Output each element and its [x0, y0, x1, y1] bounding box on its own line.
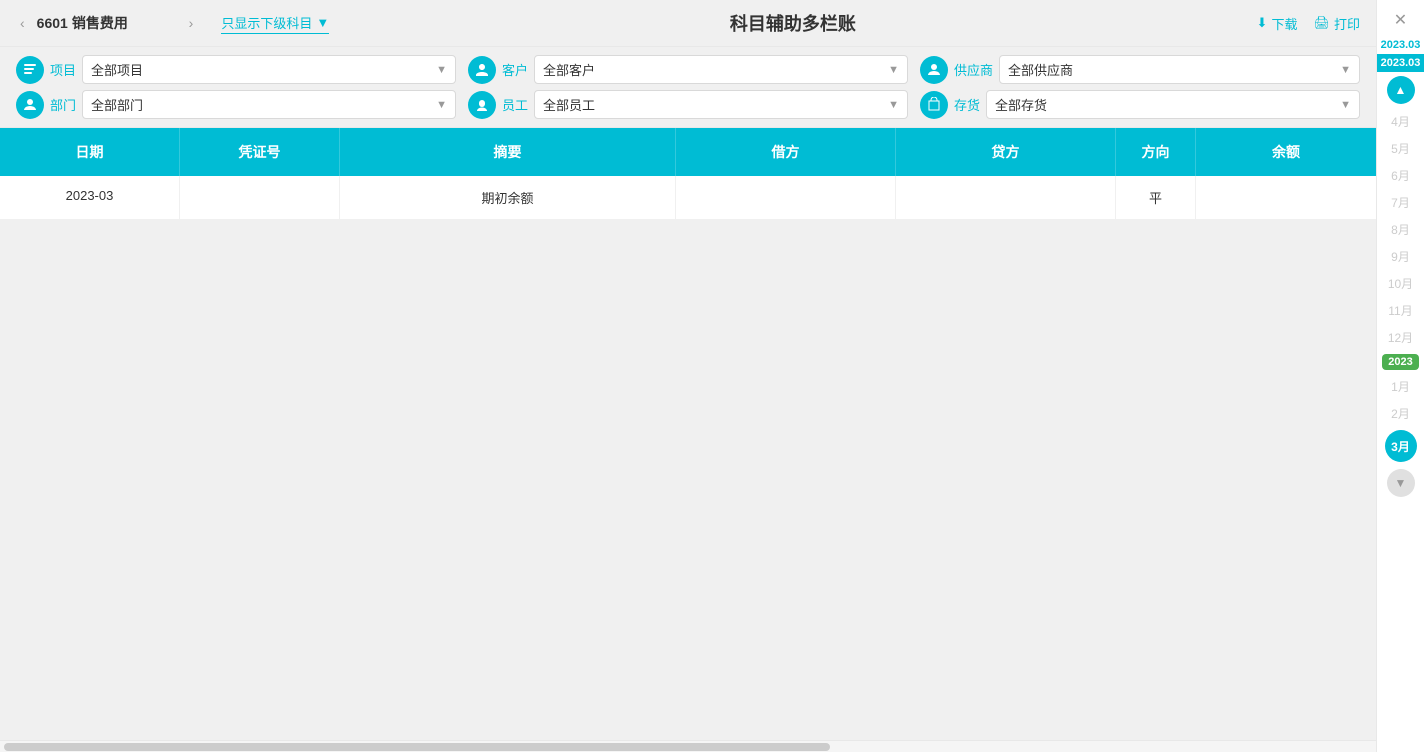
inventory-select[interactable]: 全部存货 ▼ — [986, 90, 1360, 119]
filter-supplier: 供应商 全部供应商 ▼ — [920, 55, 1360, 84]
filter-inventory: 存货 全部存货 ▼ — [920, 90, 1360, 119]
sidebar-month-10[interactable]: 10月 — [1377, 270, 1424, 297]
supplier-arrow-icon: ▼ — [1340, 64, 1351, 76]
employee-label: 员工 — [502, 95, 528, 114]
sidebar-month-7[interactable]: 7月 — [1377, 189, 1424, 216]
col-direction: 方向 — [1116, 128, 1196, 176]
sidebar-month-1[interactable]: 1月 — [1377, 373, 1424, 400]
customer-icon — [468, 56, 496, 84]
filter-row-2: 部门 全部部门 ▼ 员工 全部员工 ▼ — [16, 90, 1360, 119]
sidebar-month-6[interactable]: 6月 — [1377, 162, 1424, 189]
inventory-icon — [920, 91, 948, 119]
chevron-down-icon: ▼ — [316, 15, 329, 30]
show-sub-label: 只显示下级科目 — [221, 13, 312, 32]
show-sub-button[interactable]: 只显示下级科目 ▼ — [221, 13, 329, 34]
sidebar-up-button[interactable]: ▲ — [1387, 76, 1415, 104]
filter-customer: 客户 全部客户 ▼ — [468, 55, 908, 84]
table-header: 日期 凭证号 摘要 借方 贷方 方向 余额 — [0, 128, 1376, 176]
cell-date: 2023-03 — [0, 176, 180, 219]
sidebar-month-11[interactable]: 11月 — [1377, 297, 1424, 324]
inventory-value: 全部存货 — [995, 95, 1047, 114]
cell-balance — [1196, 176, 1376, 219]
print-icon: 🖨 — [1313, 15, 1330, 31]
col-voucher: 凭证号 — [180, 128, 340, 176]
employee-arrow-icon: ▼ — [888, 99, 899, 111]
sidebar-month-12[interactable]: 12月 — [1377, 324, 1424, 351]
employee-icon — [468, 91, 496, 119]
department-arrow-icon: ▼ — [436, 99, 447, 111]
download-label: 下载 — [1271, 14, 1297, 33]
project-value: 全部项目 — [91, 60, 143, 79]
cell-summary: 期初余额 — [340, 176, 676, 219]
project-icon — [16, 56, 44, 84]
download-button[interactable]: ⬇ 下载 — [1257, 14, 1298, 33]
employee-select[interactable]: 全部员工 ▼ — [534, 90, 908, 119]
page-title: 科目辅助多栏账 — [337, 10, 1248, 36]
col-credit: 贷方 — [896, 128, 1116, 176]
sidebar-month-9[interactable]: 9月 — [1377, 243, 1424, 270]
sidebar-month-8[interactable]: 8月 — [1377, 216, 1424, 243]
inventory-arrow-icon: ▼ — [1340, 99, 1351, 111]
project-label: 项目 — [50, 60, 76, 79]
cell-credit — [896, 176, 1116, 219]
cell-voucher — [180, 176, 340, 219]
customer-value: 全部客户 — [543, 60, 595, 79]
sidebar-down-button[interactable]: ▼ — [1387, 469, 1415, 497]
print-button[interactable]: 🖨 打印 — [1313, 14, 1360, 33]
table-body: 2023-03 期初余额 平 — [0, 176, 1376, 220]
department-select[interactable]: 全部部门 ▼ — [82, 90, 456, 119]
supplier-icon — [920, 56, 948, 84]
filter-row-1: 项目 全部项目 ▼ 客户 全部客户 ▼ — [16, 55, 1360, 84]
department-icon — [16, 91, 44, 119]
filter-area: 项目 全部项目 ▼ 客户 全部客户 ▼ — [0, 47, 1376, 128]
right-sidebar: ✕ 2023.03 2023.03 ▲ 4月 5月 6月 7月 8月 9月 10… — [1376, 0, 1424, 752]
account-name: 销售费用 — [72, 13, 128, 33]
sidebar-year-badge[interactable]: 2023 — [1382, 354, 1418, 370]
print-label: 打印 — [1334, 14, 1360, 33]
sidebar-period-top[interactable]: 2023.03 — [1377, 36, 1424, 54]
inventory-label: 存货 — [954, 95, 980, 114]
filter-employee: 员工 全部员工 ▼ — [468, 90, 908, 119]
col-debit: 借方 — [676, 128, 896, 176]
account-code: 6601 — [37, 15, 68, 31]
filter-project: 项目 全部项目 ▼ — [16, 55, 456, 84]
cell-direction: 平 — [1116, 176, 1196, 219]
supplier-label: 供应商 — [954, 60, 993, 79]
top-bar: ‹ 6601 销售费用 › 只显示下级科目 ▼ 科目辅助多栏账 ⬇ 下载 🖨 打… — [0, 0, 1376, 47]
sidebar-month-3-active[interactable]: 3月 — [1385, 430, 1417, 462]
project-select[interactable]: 全部项目 ▼ — [82, 55, 456, 84]
close-button[interactable]: ✕ — [1389, 8, 1413, 32]
sidebar-month-4[interactable]: 4月 — [1377, 108, 1424, 135]
sidebar-month-2[interactable]: 2月 — [1377, 400, 1424, 427]
scrollbar-thumb[interactable] — [4, 743, 830, 751]
download-icon: ⬇ — [1257, 15, 1268, 31]
supplier-select[interactable]: 全部供应商 ▼ — [999, 55, 1360, 84]
account-code-box: 6601 销售费用 — [37, 13, 177, 33]
filter-department: 部门 全部部门 ▼ — [16, 90, 456, 119]
next-arrow[interactable]: › — [185, 13, 198, 33]
employee-value: 全部员工 — [543, 95, 595, 114]
horizontal-scrollbar[interactable] — [0, 740, 1376, 752]
sidebar-month-5[interactable]: 5月 — [1377, 135, 1424, 162]
cell-debit — [676, 176, 896, 219]
action-buttons: ⬇ 下载 🖨 打印 — [1257, 14, 1360, 33]
table-area: 日期 凭证号 摘要 借方 贷方 方向 余额 2023-03 期初余额 平 — [0, 128, 1376, 752]
col-date: 日期 — [0, 128, 180, 176]
prev-arrow[interactable]: ‹ — [16, 13, 29, 33]
col-balance: 余额 — [1196, 128, 1376, 176]
supplier-value: 全部供应商 — [1008, 60, 1073, 79]
col-summary: 摘要 — [340, 128, 676, 176]
project-arrow-icon: ▼ — [436, 64, 447, 76]
customer-label: 客户 — [502, 60, 528, 79]
customer-arrow-icon: ▼ — [888, 64, 899, 76]
table-row[interactable]: 2023-03 期初余额 平 — [0, 176, 1376, 220]
sidebar-period-selected[interactable]: 2023.03 — [1377, 54, 1424, 72]
customer-select[interactable]: 全部客户 ▼ — [534, 55, 908, 84]
department-value: 全部部门 — [91, 95, 143, 114]
department-label: 部门 — [50, 95, 76, 114]
